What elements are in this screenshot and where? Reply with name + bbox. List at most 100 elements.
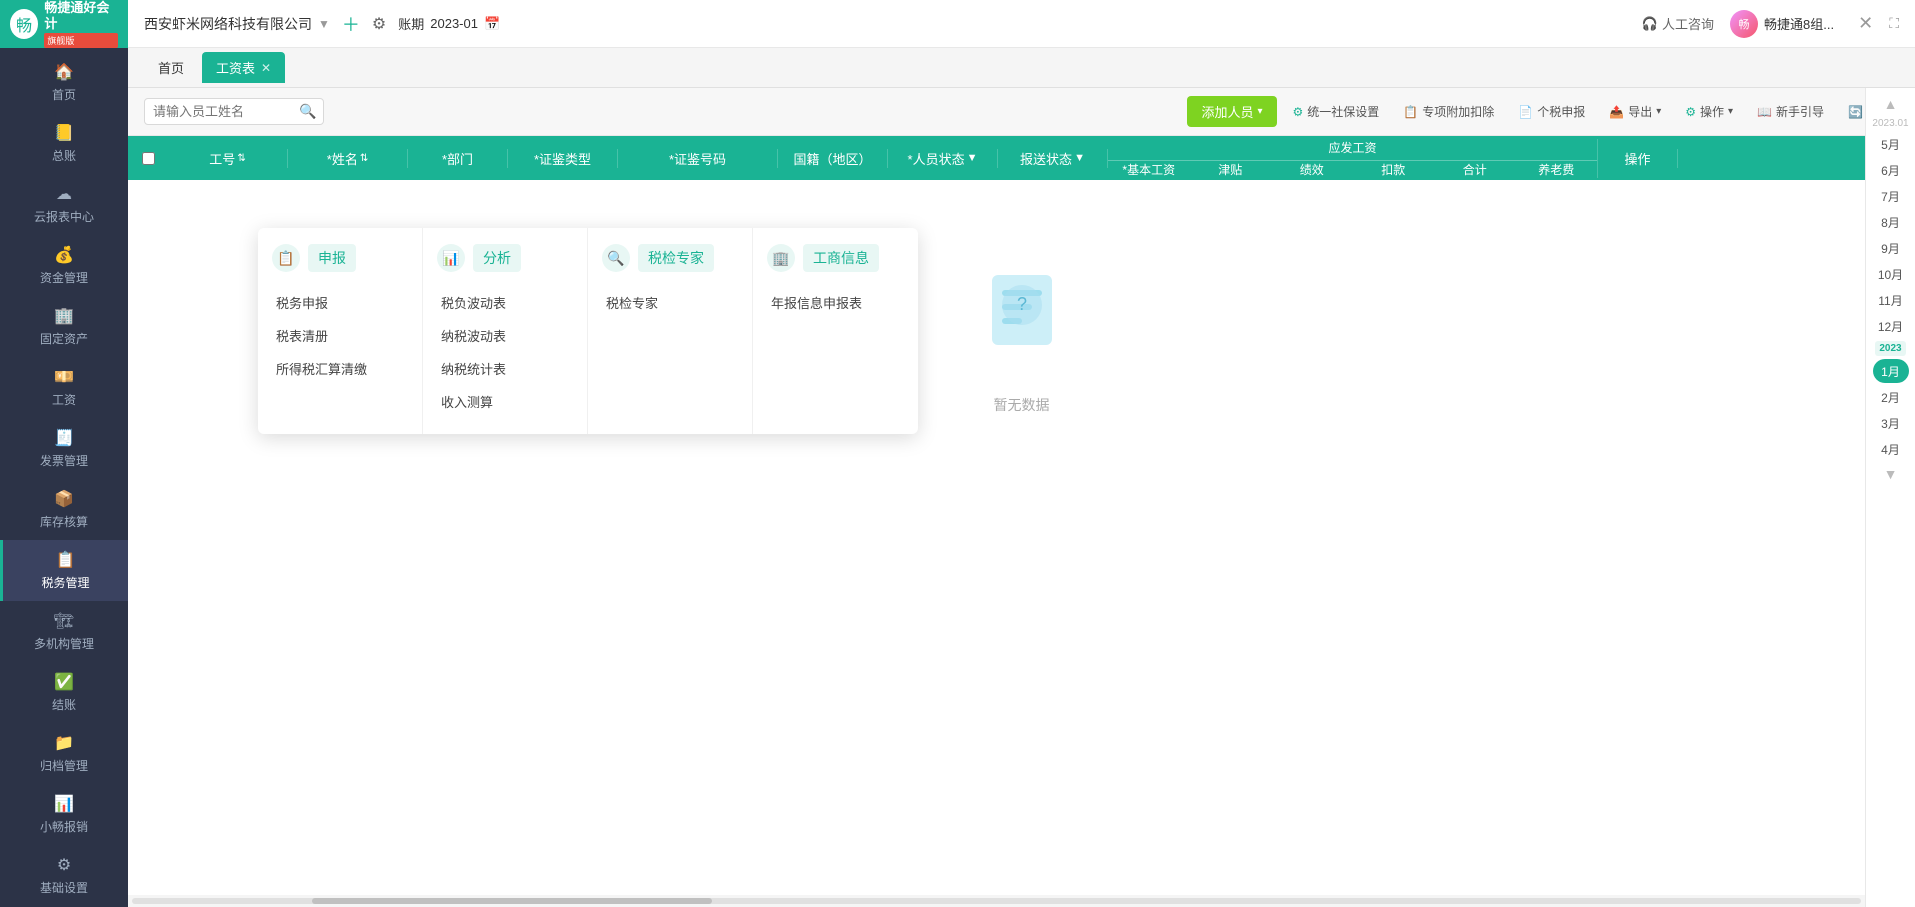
sort-icon: ⇅ [360,153,368,164]
tab-home[interactable]: 首页 [144,52,198,83]
tab-close-icon[interactable]: ✕ [261,61,271,75]
menu-item-income-calc2[interactable]: 收入测算 [437,385,573,418]
timeline-month-2[interactable]: 2月 [1873,385,1909,409]
filter-icon[interactable]: ▼ [967,152,978,164]
th-bumen-label: *部门 [442,149,473,168]
settings-icon[interactable]: ⚙ [372,14,386,34]
sidebar-item-ledger[interactable]: 📒 总账 [0,113,128,174]
sidebar-item-basic[interactable]: ⚙ 基础设置 [0,845,128,906]
dropdown-cat-gongshang: 🏢 工商信息 [767,244,904,272]
shenbao-icon: 📋 [272,244,300,272]
guide-button[interactable]: 📖 新手引导 [1749,99,1832,124]
sort-xingming[interactable]: *姓名 ⇅ [327,149,368,168]
horizontal-scrollbar [128,895,1865,907]
guide-icon: 📖 [1757,105,1772,119]
menu-item-tax-table[interactable]: 税表清册 [272,319,408,352]
home-icon: 🏠 [54,62,74,82]
gongshang-label: 工商信息 [803,244,879,272]
filter-icon[interactable]: ▼ [1074,152,1085,164]
search-icon: 🔍 [299,103,316,120]
sidebar-item-settle[interactable]: ✅ 结账 [0,662,128,723]
scrollbar-thumb[interactable] [312,898,712,904]
timeline-month-5[interactable]: 5月 [1873,132,1909,156]
sidebar-item-fixed-assets[interactable]: 🏢 固定资产 [0,296,128,357]
timeline-month-7[interactable]: 7月 [1873,184,1909,208]
export-label: 导出 [1628,103,1652,120]
calendar-icon[interactable]: 📅 [484,16,500,32]
dropdown-grid: 📋 申报 税务申报 税表清册 所得税汇算清缴 📊 分析 税负波动表 纳税波动表 … [258,228,918,434]
sidebar-item-home[interactable]: 🏠 首页 [0,52,128,113]
timeline-month-9[interactable]: 9月 [1873,236,1909,260]
chevron-down-icon: ▾ [1656,106,1661,117]
add-person-button[interactable]: 添加人员 ▾ [1187,96,1276,127]
menu-item-annual-report[interactable]: 年报信息申报表 [767,286,904,319]
chevron-down-icon: ▾ [1258,106,1263,117]
timeline-month-1-active[interactable]: 1月 [1873,359,1909,383]
menu-item-tax-expert[interactable]: 税检专家 [602,286,738,319]
timeline-down-button[interactable]: ▼ [1884,466,1898,482]
select-all-checkbox[interactable] [142,152,155,165]
search-input[interactable] [153,104,293,119]
menu-item-pay-wave[interactable]: 纳税波动表 [437,319,573,352]
user-menu[interactable]: 畅 畅捷通8组... [1730,10,1834,38]
tab-salary[interactable]: 工资表 ✕ [202,52,285,83]
add-company-button[interactable]: ＋ [342,11,360,37]
timeline-month-12[interactable]: 12月 [1873,314,1909,338]
th-zhengjian: *证鉴类型 [508,149,618,168]
avatar: 畅 [1730,10,1758,38]
expand-icon[interactable]: ⛶ [1889,15,1899,32]
timeline-month-3[interactable]: 3月 [1873,411,1909,435]
sidebar-item-cloud-report[interactable]: ☁ 云报表中心 [0,174,128,235]
th-renyuan: *人员状态 ▼ [888,149,998,168]
export-button[interactable]: 📤 导出 ▾ [1601,99,1669,124]
sidebar-item-label: 云报表中心 [34,208,94,225]
timeline-period-label: 2023.01 [1872,118,1908,129]
headset-icon: 🎧 [1642,16,1658,32]
th-baosong-label: 报送状态 [1020,149,1072,168]
inventory-icon: 📦 [54,489,74,509]
sidebar-item-multi-org[interactable]: 🏗 多机构管理 [0,601,128,662]
tax-return-button[interactable]: 📄 个税申报 [1510,99,1593,124]
sidebar-item-report[interactable]: 📊 小畅报销 [0,784,128,845]
app-title: 畅捷通好会计 [44,0,118,31]
empty-text: 暂无数据 [994,395,1050,415]
company-selector[interactable]: 西安虾米网络科技有限公司 ▼ [144,14,330,34]
sidebar-item-label: 结账 [52,696,76,713]
th-jixiao: 绩效 [1271,161,1353,178]
sidebar-item-fund[interactable]: 💰 资金管理 [0,235,128,296]
main-content: 🔍 添加人员 ▾ ⚙ 统一社保设置 📋 专项附加扣除 📄 个税申报 📤 导出 [128,88,1915,907]
sidebar-item-salary[interactable]: 💴 工资 [0,357,128,418]
th-zhengjian-label: *证鉴类型 [534,149,591,168]
timeline-up-button[interactable]: ▲ [1884,96,1898,112]
menu-item-tax-wave[interactable]: 税负波动表 [437,286,573,319]
operate-button[interactable]: ⚙ 操作 ▾ [1677,99,1741,124]
service-button[interactable]: 🎧 人工咨询 [1642,14,1714,33]
sidebar-item-inventory[interactable]: 📦 库存核算 [0,479,128,540]
menu-item-pay-stat[interactable]: 纳税统计表 [437,352,573,385]
th-yanglao: 养老费 [1516,161,1598,178]
sort-gongzhao[interactable]: 工号 ⇅ [209,149,245,168]
social-security-button[interactable]: ⚙ 统一社保设置 [1285,99,1388,124]
timeline-month-6[interactable]: 6月 [1873,158,1909,182]
fenxi-icon: 📊 [437,244,465,272]
empty-icon: ? [972,260,1072,379]
th-guoji: 国籍（地区） [778,149,888,168]
menu-item-income-calc[interactable]: 所得税汇算清缴 [272,352,408,385]
sidebar-item-label: 税务管理 [41,574,89,591]
special-deduct-button[interactable]: 📋 专项附加扣除 [1395,99,1502,124]
sidebar-nav: 🏠 首页 📒 总账 ☁ 云报表中心 💰 资金管理 🏢 固定资产 💴 工资 🧾 发… [0,48,128,907]
close-icon[interactable]: ✕ [1858,13,1873,34]
sidebar-item-tax[interactable]: 📋 税务管理 [0,540,128,601]
menu-item-tax-apply[interactable]: 税务申报 [272,286,408,319]
timeline-month-11[interactable]: 11月 [1873,288,1909,312]
timeline-month-4[interactable]: 4月 [1873,437,1909,461]
timeline-month-10[interactable]: 10月 [1873,262,1909,286]
sidebar-item-label: 总账 [52,147,76,164]
logo-text-block: 畅捷通好会计 旗舰版 [44,0,118,48]
sidebar-item-invoice[interactable]: 🧾 发票管理 [0,418,128,479]
timeline-month-8[interactable]: 8月 [1873,210,1909,234]
period-display: 账期 2023-01 📅 [398,14,500,33]
sidebar-item-archive[interactable]: 📁 归档管理 [0,723,128,784]
dropdown-col-zhuanjia: 🔍 税检专家 税检专家 [588,228,753,434]
cloud-icon: ☁ [56,184,72,204]
